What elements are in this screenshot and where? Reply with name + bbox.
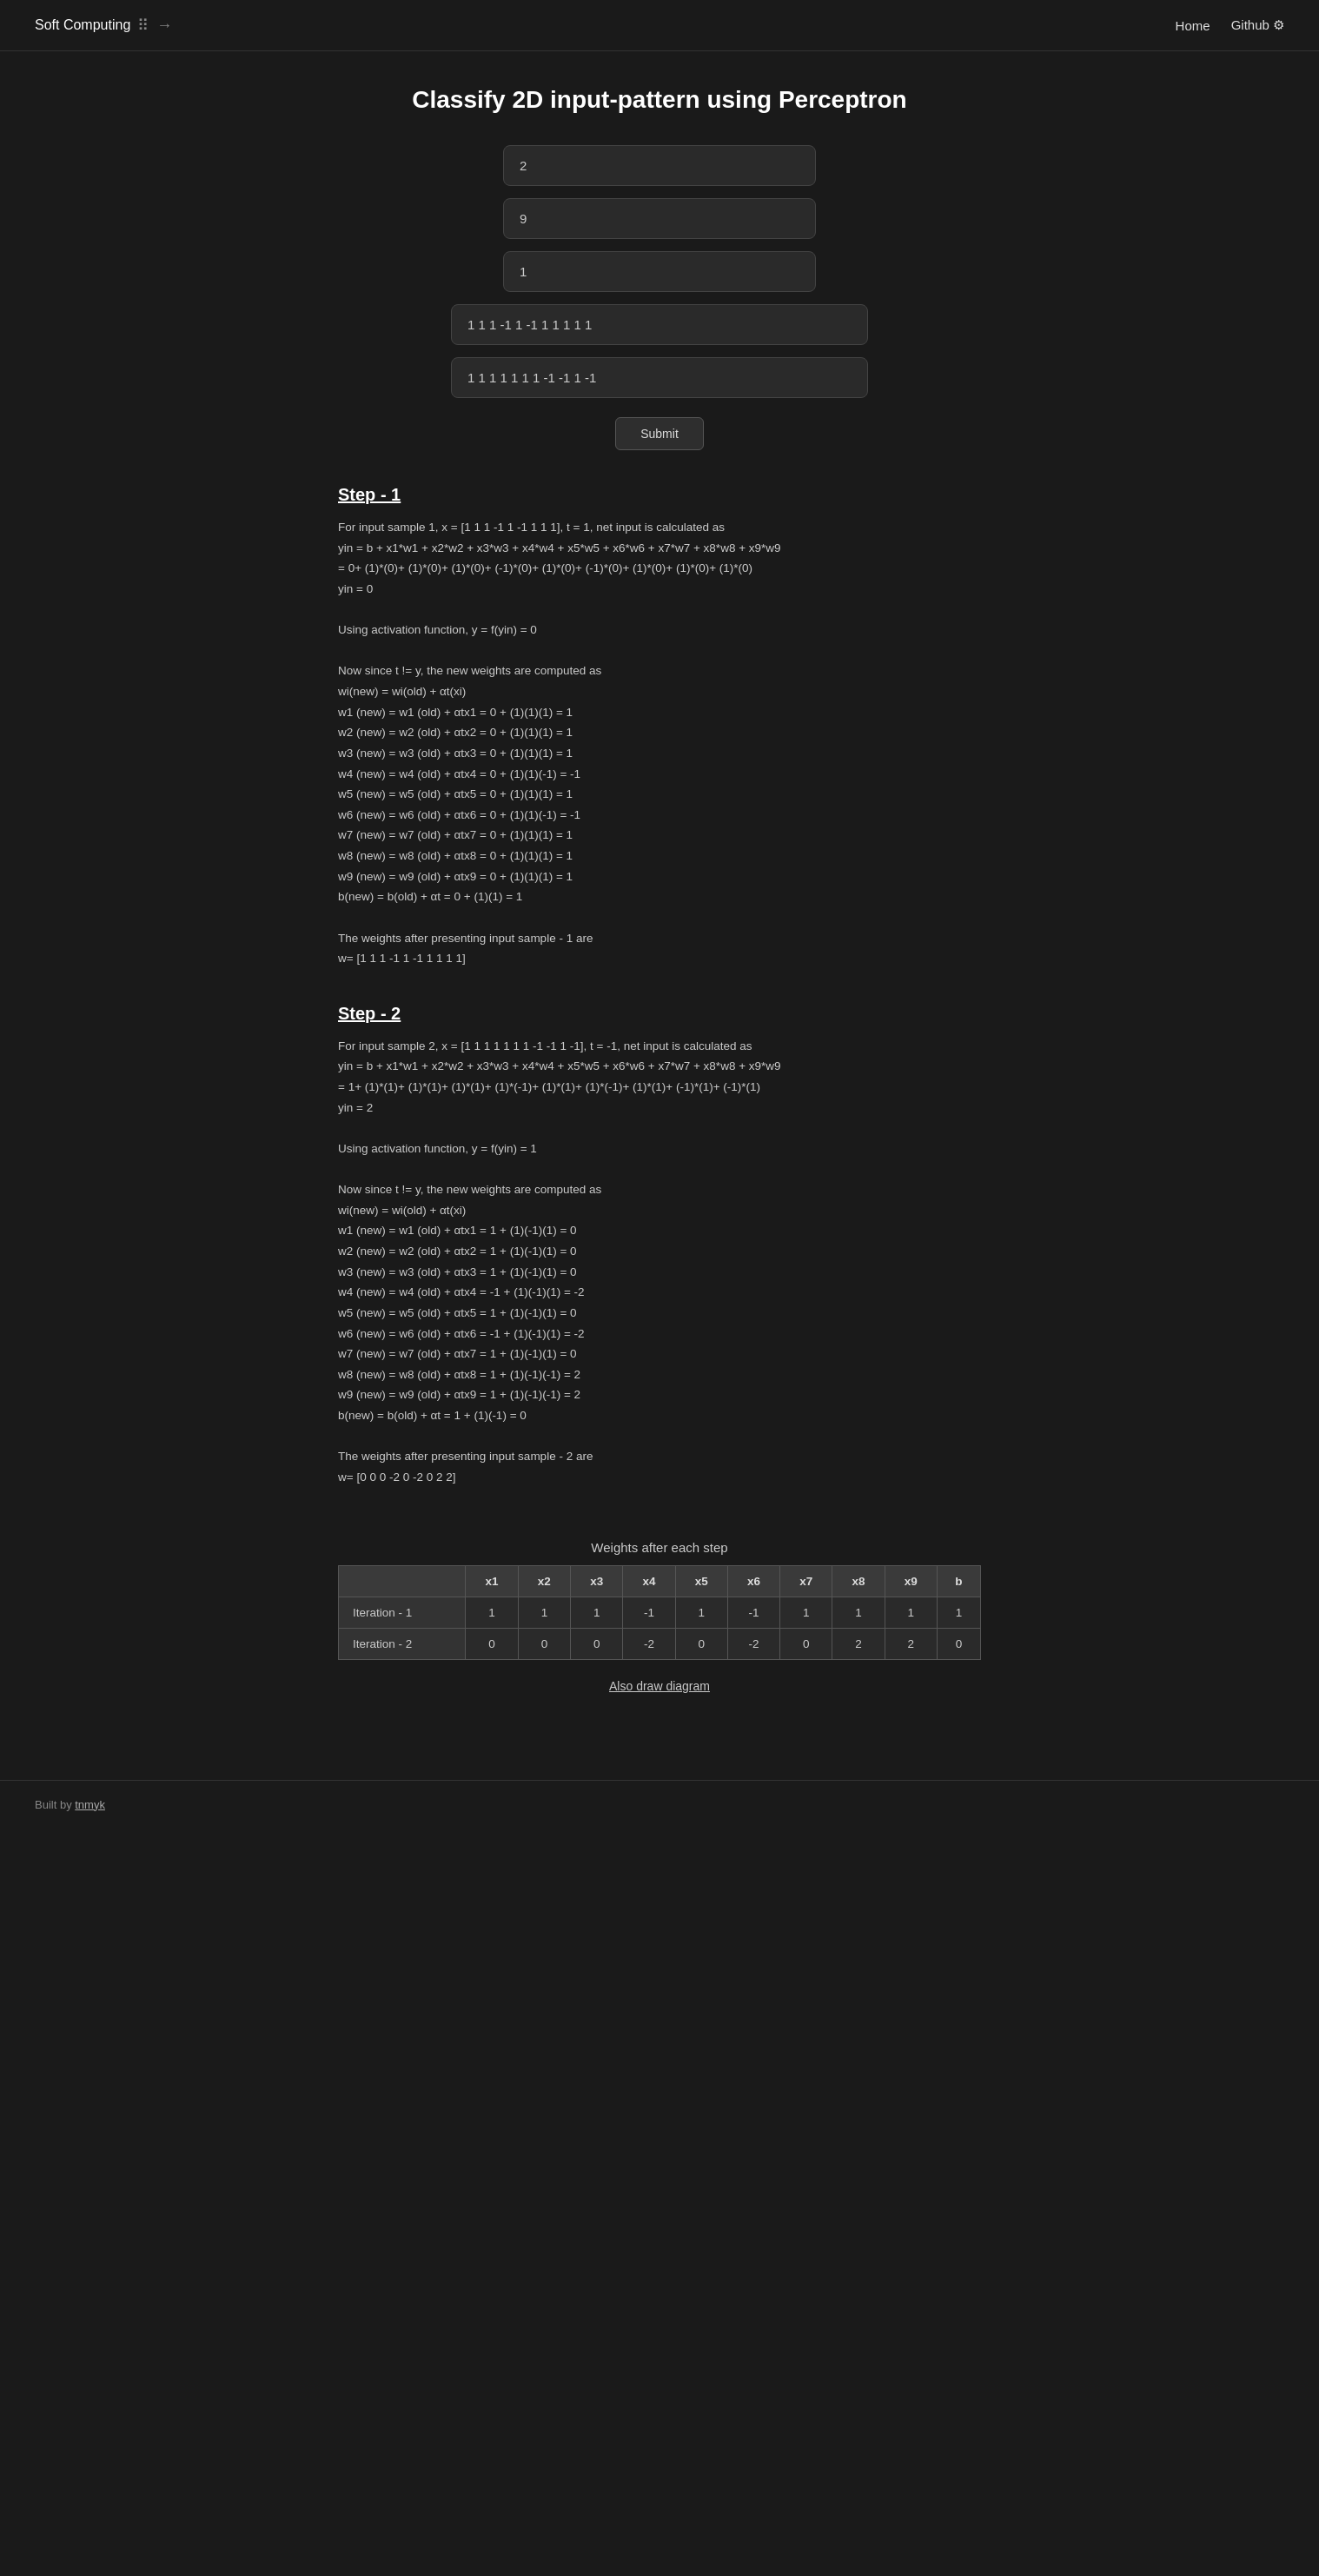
- cell-r1-c3: 1: [571, 1597, 623, 1628]
- table-row: Iteration - 2000-20-20220: [339, 1628, 981, 1659]
- row-label-1: Iteration - 1: [339, 1597, 466, 1628]
- cell-r1-c6: -1: [727, 1597, 779, 1628]
- brand-name: Soft Computing: [35, 17, 130, 33]
- cell-r2-c2: 0: [518, 1628, 570, 1659]
- weights-table-section: Weights after each step x1 x2 x3 x4 x5 x…: [338, 1540, 981, 1693]
- github-icon: ⚙: [1273, 17, 1284, 32]
- cell-r1-c9: 1: [885, 1597, 937, 1628]
- input-field-3[interactable]: [503, 251, 816, 292]
- cell-r1-c2: 1: [518, 1597, 570, 1628]
- nav-links: Home Github ⚙: [1176, 17, 1284, 33]
- main-content: Classify 2D input-pattern using Perceptr…: [321, 51, 998, 1745]
- cell-r2-c7: 0: [780, 1628, 832, 1659]
- input-field-1[interactable]: [503, 145, 816, 186]
- col-header-x9: x9: [885, 1565, 937, 1597]
- input-field-2[interactable]: [503, 198, 816, 239]
- col-header-x3: x3: [571, 1565, 623, 1597]
- cell-r2-c10: 0: [937, 1628, 980, 1659]
- cell-r2-c1: 0: [466, 1628, 518, 1659]
- cell-r2-c8: 2: [832, 1628, 885, 1659]
- table-title: Weights after each step: [338, 1540, 981, 1555]
- col-header-b: b: [937, 1565, 980, 1597]
- table-row: Iteration - 1111-11-11111: [339, 1597, 981, 1628]
- footer-author-link[interactable]: tnmyk: [75, 1798, 105, 1811]
- col-header-x6: x6: [727, 1565, 779, 1597]
- cell-r1-c8: 1: [832, 1597, 885, 1628]
- input-form: Submit: [338, 145, 981, 450]
- page-title: Classify 2D input-pattern using Perceptr…: [338, 86, 981, 114]
- cell-r1-c5: 1: [675, 1597, 727, 1628]
- step1-content: For input sample 1, x = [1 1 1 -1 1 -1 1…: [338, 517, 981, 969]
- cell-r1-c4: -1: [623, 1597, 675, 1628]
- github-label: Github: [1231, 17, 1269, 32]
- cell-r2-c9: 2: [885, 1628, 937, 1659]
- diagram-link-section: Also draw diagram: [338, 1679, 981, 1693]
- step1-title: Step - 1: [338, 485, 981, 505]
- nav-dots-icon: ⠿ →: [137, 16, 174, 35]
- col-header-x8: x8: [832, 1565, 885, 1597]
- cell-r1-c1: 1: [466, 1597, 518, 1628]
- input-field-5[interactable]: [451, 357, 868, 398]
- step2-content: For input sample 2, x = [1 1 1 1 1 1 1 -…: [338, 1036, 981, 1488]
- col-header-x4: x4: [623, 1565, 675, 1597]
- submit-button[interactable]: Submit: [615, 417, 704, 450]
- github-link[interactable]: Github ⚙: [1231, 17, 1284, 33]
- table-header-row: x1 x2 x3 x4 x5 x6 x7 x8 x9 b: [339, 1565, 981, 1597]
- input-field-4[interactable]: [451, 304, 868, 345]
- cell-r2-c4: -2: [623, 1628, 675, 1659]
- cell-r1-c7: 1: [780, 1597, 832, 1628]
- col-header-x5: x5: [675, 1565, 727, 1597]
- step2-title: Step - 2: [338, 1004, 981, 1024]
- cell-r1-c10: 1: [937, 1597, 980, 1628]
- diagram-link[interactable]: Also draw diagram: [609, 1679, 710, 1693]
- home-link[interactable]: Home: [1176, 18, 1210, 33]
- cell-r2-c5: 0: [675, 1628, 727, 1659]
- col-header-x7: x7: [780, 1565, 832, 1597]
- col-header-x2: x2: [518, 1565, 570, 1597]
- row-label-2: Iteration - 2: [339, 1628, 466, 1659]
- footer: Built by tnmyk: [0, 1780, 1319, 1829]
- col-header-x1: x1: [466, 1565, 518, 1597]
- col-header-empty: [339, 1565, 466, 1597]
- weights-table: x1 x2 x3 x4 x5 x6 x7 x8 x9 b Iteration -…: [338, 1565, 981, 1660]
- navbar: Soft Computing ⠿ → Home Github ⚙: [0, 0, 1319, 51]
- brand: Soft Computing ⠿ →: [35, 16, 174, 35]
- cell-r2-c3: 0: [571, 1628, 623, 1659]
- step2-section: Step - 2 For input sample 2, x = [1 1 1 …: [338, 1004, 981, 1488]
- step1-section: Step - 1 For input sample 1, x = [1 1 1 …: [338, 485, 981, 969]
- cell-r2-c6: -2: [727, 1628, 779, 1659]
- footer-text: Built by: [35, 1798, 75, 1811]
